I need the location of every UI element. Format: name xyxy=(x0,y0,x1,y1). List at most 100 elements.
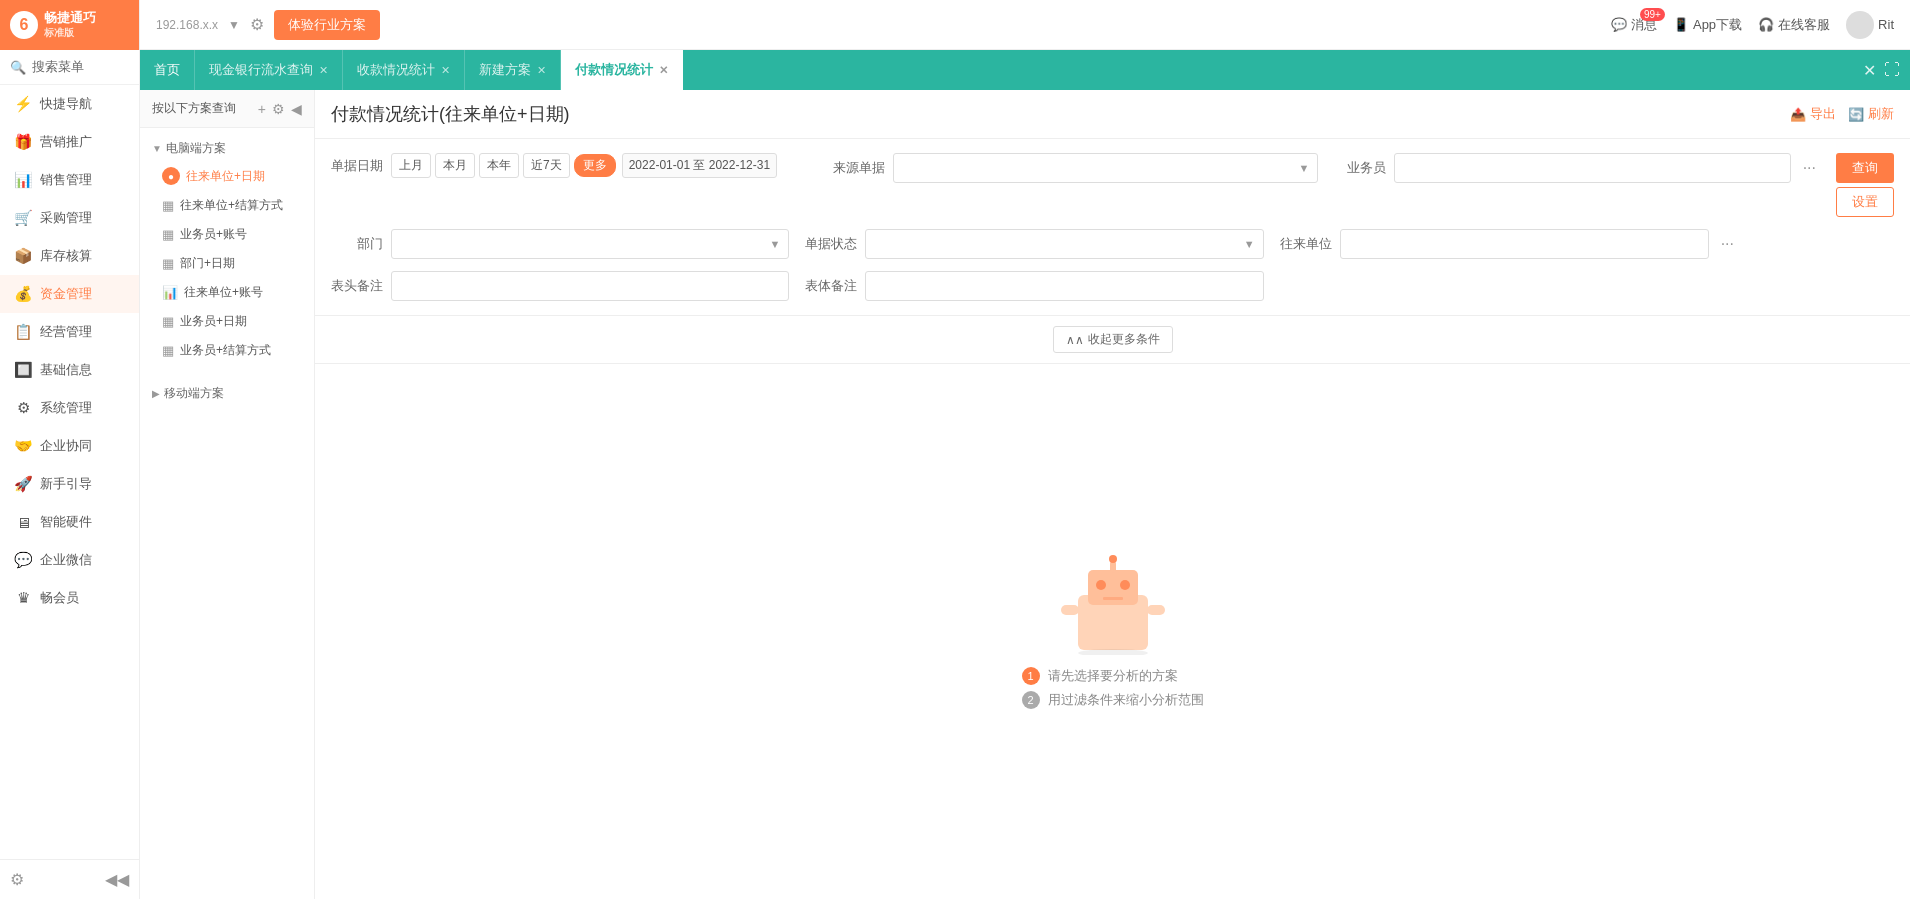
last-month-btn[interactable]: 上月 xyxy=(391,153,431,178)
scheme-item-dept-date[interactable]: ▦ 部门+日期 xyxy=(140,249,314,278)
filter-field-body-note: 表体备注 xyxy=(805,271,1263,301)
nav-label-basic: 基础信息 xyxy=(40,361,92,379)
status-label: 单据状态 xyxy=(805,235,857,253)
date-control: 上月 本月 本年 近7天 更多 2022-01-01 至 2022-12-31 xyxy=(391,153,817,178)
app-edition: 标准版 xyxy=(44,26,96,40)
sidebar-item-purchase[interactable]: 🛒采购管理 xyxy=(0,199,139,237)
staff-more-icon[interactable]: ··· xyxy=(1799,159,1820,177)
scheme-collapse-icon[interactable]: ◀ xyxy=(291,101,302,117)
sidebar-search[interactable]: 🔍 搜索菜单 xyxy=(0,50,139,85)
footer-collapse-icon[interactable]: ◀◀ xyxy=(105,870,129,889)
tab-bank[interactable]: 现金银行流水查询 ✕ xyxy=(195,50,343,90)
footer-settings-icon[interactable]: ⚙ xyxy=(10,870,24,889)
tab-home[interactable]: 首页 xyxy=(140,50,195,90)
sidebar-item-operation[interactable]: 📋经营管理 xyxy=(0,313,139,351)
refresh-label: 刷新 xyxy=(1868,105,1894,123)
server-address: 192.168.x.x xyxy=(156,18,218,32)
nav-label-inventory: 库存核算 xyxy=(40,247,92,265)
settings-btn[interactable]: 设置 xyxy=(1836,187,1894,217)
page-header: 付款情况统计(往来单位+日期) 📤 导出 🔄 刷新 xyxy=(315,90,1910,139)
expand-icon[interactable]: ⛶ xyxy=(1884,61,1900,79)
dept-select[interactable]: ▼ xyxy=(391,229,789,259)
header-note-input[interactable] xyxy=(391,271,789,301)
source-select[interactable]: ▼ xyxy=(893,153,1319,183)
nav-label-sales: 销售管理 xyxy=(40,171,92,189)
tab-new-plan[interactable]: 新建方案✕ xyxy=(465,50,561,90)
more-dates-btn[interactable]: 更多 xyxy=(574,154,616,177)
sidebar-item-marketing[interactable]: 🎁营销推广 xyxy=(0,123,139,161)
scheme-item-staff-date[interactable]: ▦ 业务员+日期 xyxy=(140,307,314,336)
sidebar-item-quick-nav[interactable]: ⚡快捷导航 xyxy=(0,85,139,123)
sidebar-item-corp[interactable]: 🤝企业协同 xyxy=(0,427,139,465)
messages-btn[interactable]: 💬 消息 99+ xyxy=(1611,16,1657,34)
scheme-item-label: 往来单位+日期 xyxy=(186,168,265,185)
tab-close-receivable[interactable]: ✕ xyxy=(441,64,450,77)
logo-text-group: 畅捷通巧 标准版 xyxy=(44,10,96,40)
unit-more-icon[interactable]: ··· xyxy=(1717,235,1738,253)
export-btn[interactable]: 📤 导出 xyxy=(1790,105,1836,123)
scheme-item-staff-settle[interactable]: ▦ 业务员+结算方式 xyxy=(140,336,314,365)
tab-close-new-plan[interactable]: ✕ xyxy=(537,64,546,77)
scheme-item-icon: ▦ xyxy=(162,198,174,213)
sidebar-item-inventory[interactable]: 📦库存核算 xyxy=(0,237,139,275)
tab-close-bank[interactable]: ✕ xyxy=(319,64,328,77)
scheme-add-icon[interactable]: + xyxy=(258,101,266,117)
scheme-item-label: 业务员+账号 xyxy=(180,226,247,243)
close-all-icon[interactable]: ✕ xyxy=(1863,61,1876,80)
nav-icon-quick-nav: ⚡ xyxy=(14,95,32,113)
sidebar-item-finance[interactable]: 💰资金管理 xyxy=(0,275,139,313)
staff-select[interactable] xyxy=(1394,153,1790,183)
section-label: 电脑端方案 xyxy=(166,140,226,157)
tab-payment-stat[interactable]: 付款情况统计✕ xyxy=(561,50,683,90)
topbar-dropdown-arrow[interactable]: ▼ xyxy=(228,18,240,32)
nav-label-wechat: 企业微信 xyxy=(40,551,92,569)
collapse-btn[interactable]: ∧∧ 收起更多条件 xyxy=(1053,326,1173,353)
last-7days-btn[interactable]: 近7天 xyxy=(523,153,570,178)
sidebar-item-hardware[interactable]: 🖥智能硬件 xyxy=(0,503,139,541)
tab-label-bank: 现金银行流水查询 xyxy=(209,61,313,79)
svg-rect-4 xyxy=(1103,597,1123,600)
topbar-gear-icon[interactable]: ⚙ xyxy=(250,15,264,34)
date-range-value[interactable]: 2022-01-01 至 2022-12-31 xyxy=(622,153,777,178)
empty-state: 1 请先选择要分析的方案 2 用过滤条件来缩小分析范围 xyxy=(315,364,1910,899)
online-service-btn[interactable]: 🎧 在线客服 xyxy=(1758,16,1830,34)
scheme-settings-icon[interactable]: ⚙ xyxy=(272,101,285,117)
sidebar-item-basic[interactable]: 🔲基础信息 xyxy=(0,351,139,389)
this-month-btn[interactable]: 本月 xyxy=(435,153,475,178)
message-icon: 💬 xyxy=(1611,17,1627,32)
scheme-section-desktop-header[interactable]: ▼ 电脑端方案 xyxy=(140,136,314,161)
app-download-btn[interactable]: 📱 App下载 xyxy=(1673,16,1742,34)
sidebar-item-vip[interactable]: ♛畅会员 xyxy=(0,579,139,617)
refresh-btn[interactable]: 🔄 刷新 xyxy=(1848,105,1894,123)
demo-btn[interactable]: 体验行业方案 xyxy=(274,10,380,40)
nav-icon-vip: ♛ xyxy=(14,589,32,607)
body-note-input[interactable] xyxy=(865,271,1263,301)
scheme-item-label: 业务员+结算方式 xyxy=(180,342,271,359)
search-label: 搜索菜单 xyxy=(32,58,84,76)
scheme-section-mobile: ▶ 移动端方案 xyxy=(140,373,314,414)
scheme-item-unit-date[interactable]: ● 往来单位+日期 xyxy=(140,161,314,191)
sidebar: 6 畅捷通巧 标准版 🔍 搜索菜单 ⚡快捷导航🎁营销推广 📊 销售管理 🛒采购管理📦库… xyxy=(0,0,140,899)
nav-icon-sales: 📊 xyxy=(14,171,32,189)
status-select[interactable]: ▼ xyxy=(865,229,1263,259)
sidebar-item-sales[interactable]: 📊 销售管理 xyxy=(0,161,139,199)
unit-select[interactable] xyxy=(1340,229,1709,259)
sidebar-item-guide[interactable]: 🚀新手引导 xyxy=(0,465,139,503)
tab-close-payment-stat[interactable]: ✕ xyxy=(659,64,668,77)
logo-icon: 6 xyxy=(10,11,38,39)
avatar xyxy=(1846,11,1874,39)
status-select-arrow: ▼ xyxy=(1244,238,1255,250)
sidebar-item-system[interactable]: ⚙系统管理 xyxy=(0,389,139,427)
scheme-item-unit-settle[interactable]: ▦ 往来单位+结算方式 xyxy=(140,191,314,220)
collapse-up-icon: ∧∧ xyxy=(1066,333,1084,347)
user-avatar-btn[interactable]: Rit xyxy=(1846,11,1894,39)
tab-receivable[interactable]: 收款情况统计✕ xyxy=(343,50,465,90)
this-year-btn[interactable]: 本年 xyxy=(479,153,519,178)
scheme-section-mobile-header[interactable]: ▶ 移动端方案 xyxy=(140,381,314,406)
scheme-item-unit-account[interactable]: 📊 往来单位+账号 xyxy=(140,278,314,307)
sidebar-item-wechat[interactable]: 💬企业微信 xyxy=(0,541,139,579)
app-name: 畅捷通巧 xyxy=(44,10,96,26)
query-btn[interactable]: 查询 xyxy=(1836,153,1894,183)
scheme-item-staff-account[interactable]: ▦ 业务员+账号 xyxy=(140,220,314,249)
svg-point-6 xyxy=(1109,555,1117,563)
